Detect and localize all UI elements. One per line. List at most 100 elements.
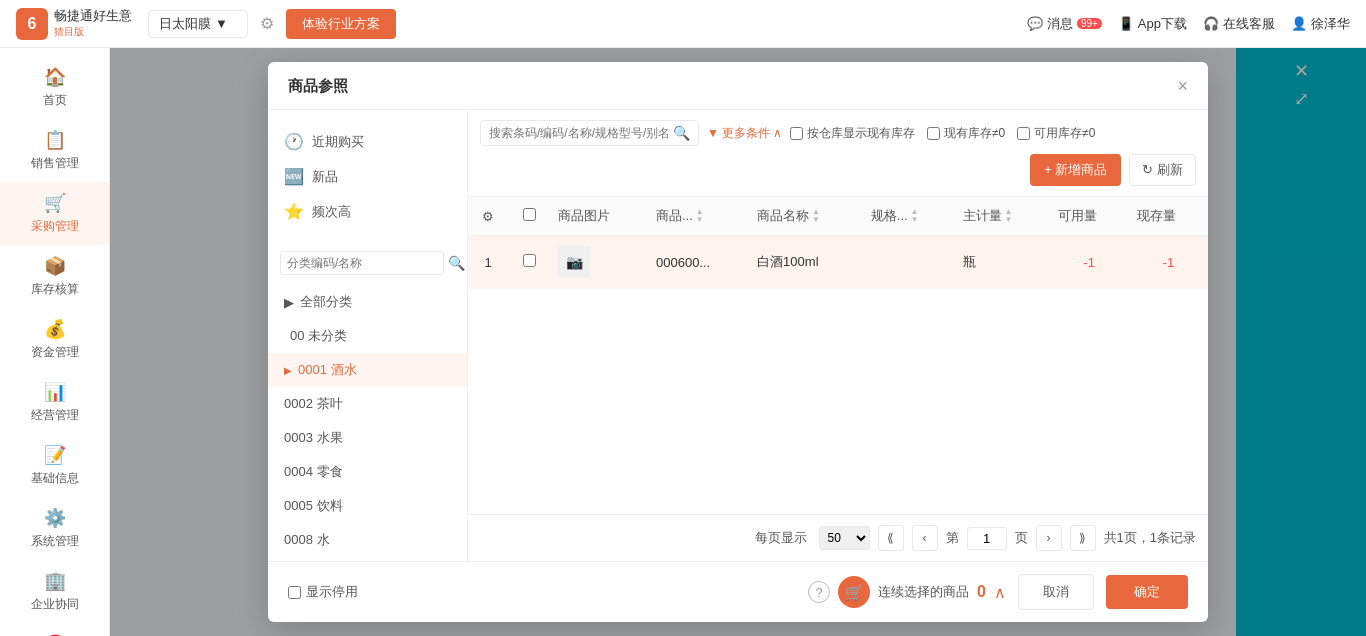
cat-0003-name: 0003 水果: [284, 429, 343, 447]
th-unit-label: 主计量: [963, 207, 1002, 225]
refresh-button[interactable]: ↻ 刷新: [1129, 154, 1196, 186]
cat-item-0003[interactable]: 0003 水果: [268, 421, 467, 455]
logo-icon: 6: [16, 8, 48, 40]
system-icon: ⚙️: [44, 507, 66, 529]
th-code[interactable]: 商品... ▲▼: [648, 197, 749, 236]
sidebar-item-sales[interactable]: 📋 销售管理: [0, 119, 109, 182]
nav-service[interactable]: 🎧 在线客服: [1203, 15, 1275, 33]
td-index: 1: [468, 236, 508, 289]
sidebar-item-enterprise[interactable]: 🏢 企业协同: [0, 560, 109, 623]
modal-header: 商品参照 ×: [268, 62, 1208, 110]
sidebar-item-operations[interactable]: 📊 经营管理: [0, 371, 109, 434]
filter-check-available-ne[interactable]: 可用库存≠0: [1017, 125, 1095, 142]
td-image: 📷: [550, 236, 648, 289]
sidebar-item-purchase[interactable]: 🛒 采购管理: [0, 182, 109, 245]
app-sub: 猜目版: [54, 25, 132, 39]
page-size-select[interactable]: 50 10 20 100: [819, 526, 870, 550]
modal-body: 🕐 近期购买 🆕 新品 ⭐ 频次高: [268, 110, 1208, 561]
logo-area: 6 畅捷通好生意 猜目版: [16, 8, 136, 40]
cat-item-0001[interactable]: ▶ 0001 酒水: [268, 353, 467, 387]
phone-icon: 📱: [1118, 16, 1134, 31]
td-unit: 瓶: [955, 236, 1050, 289]
category-search-input[interactable]: [280, 251, 444, 275]
sidebar-item-system[interactable]: ⚙️ 系统管理: [0, 497, 109, 560]
product-search-wrap: 🔍: [480, 120, 699, 146]
sidebar: 🏠 首页 📋 销售管理 🛒 采购管理 📦 库存核算 💰 资金管理 📊 经营管理 …: [0, 48, 110, 636]
th-stock-label: 现存量: [1137, 208, 1176, 223]
select-all-checkbox[interactable]: [523, 208, 536, 221]
cart-collapse-icon[interactable]: ∧: [994, 583, 1006, 602]
row-checkbox[interactable]: [523, 254, 536, 267]
message-label: 消息: [1047, 15, 1073, 33]
th-spec[interactable]: 规格... ▲▼: [863, 197, 955, 236]
th-name[interactable]: 商品名称 ▲▼: [749, 197, 863, 236]
help-icon[interactable]: ?: [808, 581, 830, 603]
page-total: 共1页，1条记录: [1104, 529, 1196, 547]
modal-footer: 显示停用 ? 🛒 连续选择的商品 0 ∧ 取消 确定: [268, 561, 1208, 622]
th-name-label: 商品名称: [757, 207, 809, 225]
page-last-btn[interactable]: ⟫: [1070, 525, 1096, 551]
cat-all-label: 全部分类: [300, 293, 352, 311]
cat-all[interactable]: ▶ 全部分类: [268, 285, 467, 319]
sidebar-item-guide[interactable]: 🎯 新手引导: [0, 623, 109, 636]
cat-item-0008[interactable]: 0008 水: [268, 523, 467, 557]
show-disabled-label: 显示停用: [306, 583, 358, 601]
checkbox-stock-ne[interactable]: [927, 127, 940, 140]
app-name: 畅捷通好生意: [54, 8, 132, 25]
confirm-button[interactable]: 确定: [1106, 575, 1188, 609]
td-available: -1: [1050, 236, 1129, 289]
show-disabled-checkbox[interactable]: [288, 586, 301, 599]
th-checkbox[interactable]: [508, 197, 550, 236]
gear-icon[interactable]: ⚙: [260, 14, 274, 33]
product-search-input[interactable]: [489, 126, 669, 140]
filter-check-stock-ne-label: 现有库存≠0: [944, 125, 1005, 142]
checkbox-warehouse[interactable]: [790, 127, 803, 140]
left-quick-section: 🕐 近期购买 🆕 新品 ⭐ 频次高: [268, 120, 467, 233]
table-row[interactable]: 1 📷 000600... 白酒100ml: [468, 236, 1208, 289]
sidebar-item-finance[interactable]: 💰 资金管理: [0, 308, 109, 371]
th-unit[interactable]: 主计量 ▲▼: [955, 197, 1050, 236]
category-list: ▶ 全部分类 00 未分类 ▶ 0001 酒水: [268, 281, 467, 561]
cancel-button[interactable]: 取消: [1018, 574, 1094, 610]
exp-button[interactable]: 体验行业方案: [286, 9, 396, 39]
th-settings[interactable]: ⚙: [468, 197, 508, 236]
sidebar-label-finance: 资金管理: [31, 344, 79, 361]
cat-item-0005[interactable]: 0005 饮料: [268, 489, 467, 523]
new-icon: 🆕: [284, 167, 304, 186]
nav-user[interactable]: 👤 徐泽华: [1291, 15, 1350, 33]
filter-check-warehouse[interactable]: 按仓库显示现有库存: [790, 125, 915, 142]
sidebar-label-purchase: 采购管理: [31, 218, 79, 235]
category-search-icon[interactable]: 🔍: [448, 255, 465, 271]
cart-icon[interactable]: 🛒: [838, 576, 870, 608]
nav-app-download[interactable]: 📱 App下载: [1118, 15, 1187, 33]
page-prev-btn[interactable]: ‹: [912, 525, 938, 551]
page-first-btn[interactable]: ⟪: [878, 525, 904, 551]
add-product-button[interactable]: + 新增商品: [1030, 154, 1121, 186]
table-header-row: ⚙ 商品图片 商品... ▲▼: [468, 197, 1208, 236]
modal-close-button[interactable]: ×: [1177, 76, 1188, 97]
sort-name-arrows: ▲▼: [812, 208, 820, 224]
store-selector[interactable]: 日太阳膜 ▼: [148, 10, 248, 38]
cat-item-0004[interactable]: 0004 零食: [268, 455, 467, 489]
nav-message[interactable]: 💬 消息 99+: [1027, 15, 1102, 33]
page-number-input[interactable]: [967, 527, 1007, 550]
left-nav-new[interactable]: 🆕 新品: [268, 159, 467, 194]
sidebar-item-basic[interactable]: 📝 基础信息: [0, 434, 109, 497]
checkbox-available-ne[interactable]: [1017, 127, 1030, 140]
sort-unit-arrows: ▲▼: [1005, 208, 1013, 224]
filter-check-stock-ne[interactable]: 现有库存≠0: [927, 125, 1005, 142]
sidebar-item-inventory[interactable]: 📦 库存核算: [0, 245, 109, 308]
page-next-btn[interactable]: ›: [1036, 525, 1062, 551]
cat-item-0002[interactable]: 0002 茶叶: [268, 387, 467, 421]
left-nav-frequent[interactable]: ⭐ 频次高: [268, 194, 467, 229]
modal-title: 商品参照: [288, 77, 348, 96]
chevron-down-icon: ▼: [215, 16, 228, 31]
left-nav-recent[interactable]: 🕐 近期购买: [268, 124, 467, 159]
th-available-label: 可用量: [1058, 208, 1097, 223]
td-checkbox[interactable]: [508, 236, 550, 289]
product-search-icon[interactable]: 🔍: [673, 125, 690, 141]
filter-more[interactable]: ▼ 更多条件 ∧: [707, 125, 782, 142]
show-disabled-check[interactable]: 显示停用: [288, 583, 358, 601]
sidebar-item-home[interactable]: 🏠 首页: [0, 56, 109, 119]
cat-item-00[interactable]: 00 未分类: [268, 319, 467, 353]
